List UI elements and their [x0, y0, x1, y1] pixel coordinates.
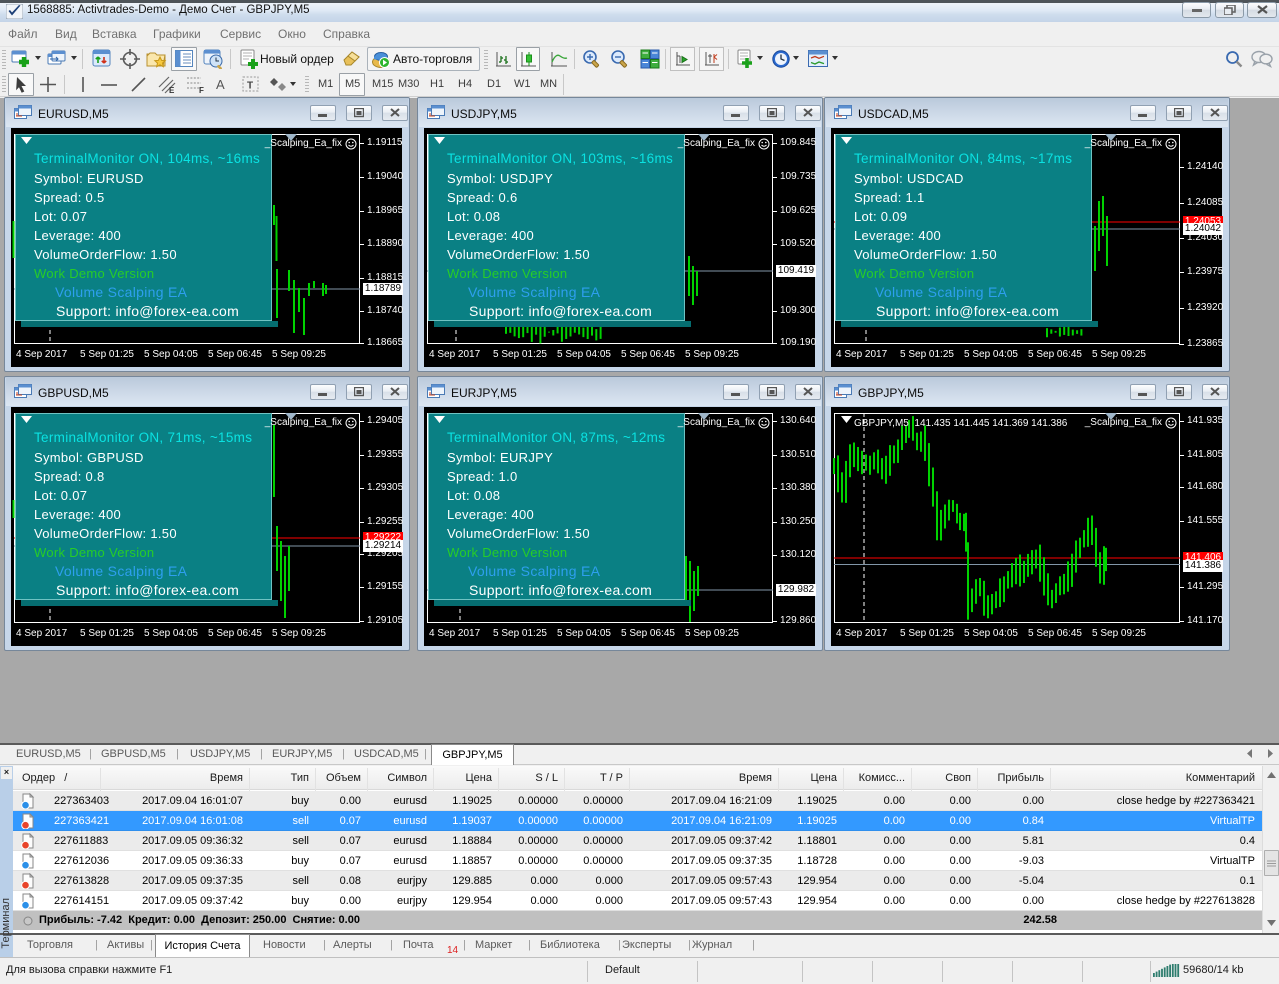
- svg-text:E: E: [169, 86, 175, 94]
- svg-text:T: T: [247, 81, 253, 92]
- svg-text:F: F: [199, 86, 204, 94]
